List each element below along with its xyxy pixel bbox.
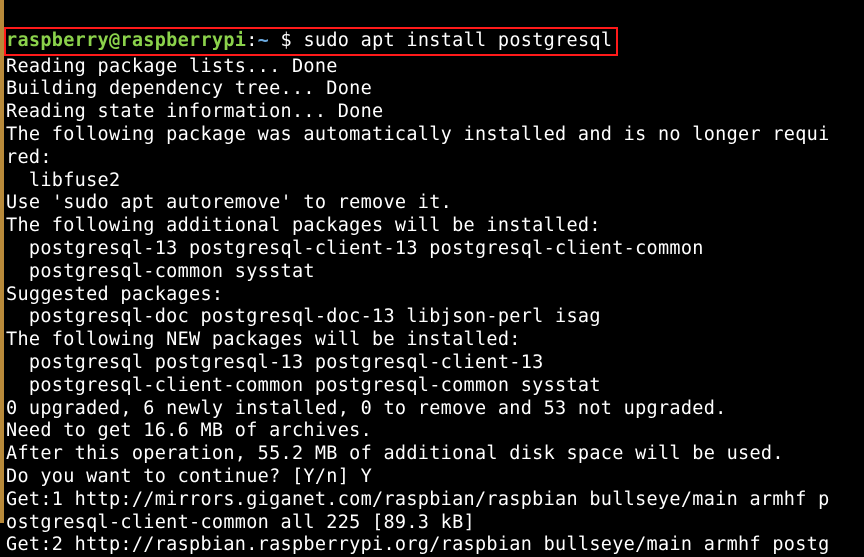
command-text: sudo apt install postgresql xyxy=(303,30,612,51)
output-line: Suggested packages: xyxy=(6,284,864,307)
output-line: libfuse2 xyxy=(6,170,864,193)
output-line: The following package was automatically … xyxy=(6,124,864,147)
output-line: Building dependency tree... Done xyxy=(6,78,864,101)
prompt-colon: : xyxy=(246,30,257,51)
output-line: postgresql-common sysstat xyxy=(6,261,864,284)
output-line: postgresql-client-common postgresql-comm… xyxy=(6,375,864,398)
terminal-output[interactable]: raspberry@raspberrypi:~ $ sudo apt insta… xyxy=(0,0,864,557)
output-line: postgresql-13 postgresql-client-13 postg… xyxy=(6,238,864,261)
output-line: postgresql-doc postgresql-doc-13 libjson… xyxy=(6,306,864,329)
output-line: Reading state information... Done xyxy=(6,101,864,124)
prompt-user-host: raspberry@raspberrypi xyxy=(6,30,246,51)
output-line: Get:1 http://mirrors.giganet.com/raspbia… xyxy=(6,489,864,512)
output-line: Do you want to continue? [Y/n] Y xyxy=(6,466,864,489)
output-line: Get:2 http://raspbian.raspberrypi.org/ra… xyxy=(6,534,864,557)
output-line: Use 'sudo apt autoremove' to remove it. xyxy=(6,192,864,215)
output-line: After this operation, 55.2 MB of additio… xyxy=(6,443,864,466)
output-line: postgresql postgresql-13 postgresql-clie… xyxy=(6,352,864,375)
output-line: Need to get 16.6 MB of archives. xyxy=(6,420,864,443)
prompt-dollar: $ xyxy=(269,30,303,51)
output-line: The following NEW packages will be insta… xyxy=(6,329,864,352)
output-line: red: xyxy=(6,147,864,170)
window-left-edge xyxy=(0,0,4,523)
output-line: 0 upgraded, 6 newly installed, 0 to remo… xyxy=(6,398,864,421)
command-highlight-box: raspberry@raspberrypi:~ $ sudo apt insta… xyxy=(4,27,618,56)
output-line: Reading package lists... Done xyxy=(6,56,864,79)
output-line: The following additional packages will b… xyxy=(6,215,864,238)
prompt-path: ~ xyxy=(258,30,269,51)
